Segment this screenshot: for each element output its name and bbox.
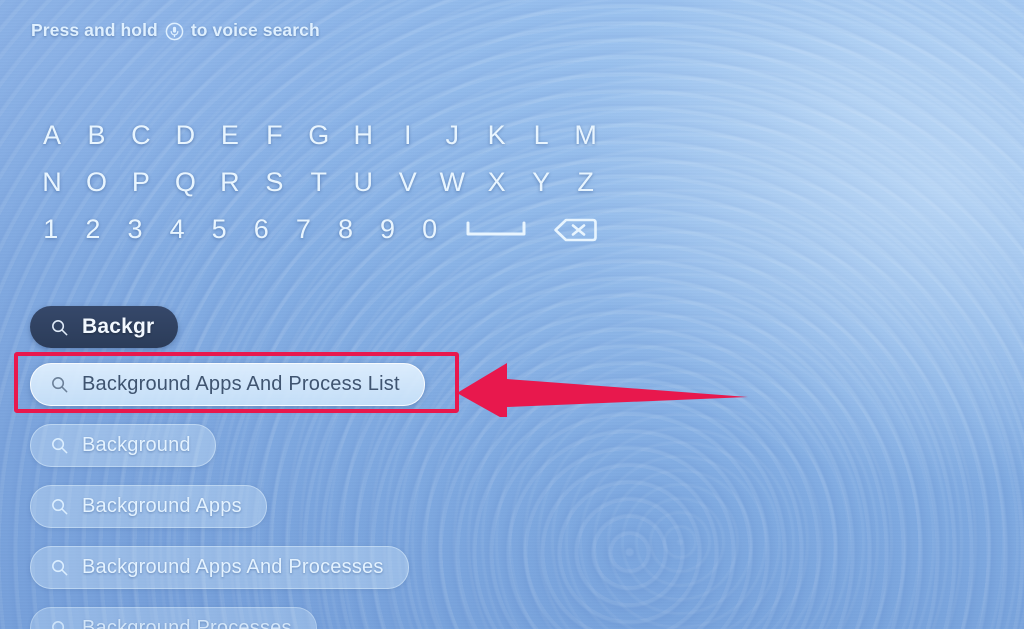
key-r[interactable]: R <box>208 169 252 196</box>
key-f[interactable]: F <box>252 122 296 149</box>
key-7[interactable]: 7 <box>283 216 325 243</box>
key-i[interactable]: I <box>386 122 430 149</box>
suggestion-label: Background Apps And Processes <box>82 556 384 578</box>
search-query-text: Backgr <box>82 315 155 338</box>
voice-hint-prefix: Press and hold <box>31 20 158 40</box>
key-t[interactable]: T <box>297 169 341 196</box>
voice-search-hint: Press and hold to voice search <box>31 20 320 41</box>
backspace-key[interactable] <box>542 217 608 243</box>
suggestion-item-background[interactable]: Background <box>30 424 216 467</box>
key-j[interactable]: J <box>430 122 474 149</box>
key-8[interactable]: 8 <box>325 216 367 243</box>
suggestion-item-background-processes[interactable]: Background Processes <box>30 607 317 629</box>
key-s[interactable]: S <box>252 169 296 196</box>
microphone-icon[interactable] <box>165 22 184 41</box>
key-b[interactable]: B <box>74 122 118 149</box>
key-6[interactable]: 6 <box>240 216 282 243</box>
key-x[interactable]: X <box>475 169 519 196</box>
suggestion-row: Background Apps And Processes <box>30 546 730 607</box>
key-m[interactable]: M <box>564 122 608 149</box>
search-icon <box>50 436 69 455</box>
search-icon <box>50 375 69 394</box>
key-4[interactable]: 4 <box>156 216 198 243</box>
search-suggestions-list: Background Apps And Process List Backgro… <box>30 363 730 629</box>
key-z[interactable]: Z <box>564 169 608 196</box>
suggestion-label: Background Apps And Process List <box>82 373 400 395</box>
key-d[interactable]: D <box>163 122 207 149</box>
key-1[interactable]: 1 <box>30 216 72 243</box>
suggestion-item-background-apps-and-process-list[interactable]: Background Apps And Process List <box>30 363 425 406</box>
key-v[interactable]: V <box>386 169 430 196</box>
search-icon <box>50 619 69 629</box>
keyboard-row-digits: 1 2 3 4 5 6 7 8 9 0 <box>30 206 608 253</box>
search-icon <box>50 497 69 516</box>
keyboard-row-letters-1: A B C D E F G H I J K L M <box>30 112 608 159</box>
fire-tv-search-screen: Press and hold to voice search A B C D E… <box>0 0 1024 629</box>
key-u[interactable]: U <box>341 169 385 196</box>
key-e[interactable]: E <box>208 122 252 149</box>
key-h[interactable]: H <box>341 122 385 149</box>
suggestion-row: Background Processes <box>30 607 730 629</box>
key-0[interactable]: 0 <box>409 216 451 243</box>
search-icon <box>50 558 69 577</box>
suggestion-row: Background Apps And Process List <box>30 363 730 424</box>
key-y[interactable]: Y <box>519 169 563 196</box>
search-query-chip[interactable]: Backgr <box>30 306 179 348</box>
suggestion-row: Background <box>30 424 730 485</box>
key-q[interactable]: Q <box>163 169 207 196</box>
key-a[interactable]: A <box>30 122 74 149</box>
suggestion-row: Background Apps <box>30 485 730 546</box>
keyboard-row-letters-2: N O P Q R S T U V W X Y Z <box>30 159 608 206</box>
key-c[interactable]: C <box>119 122 163 149</box>
suggestion-label: Background Processes <box>82 617 292 629</box>
suggestion-item-background-apps-and-processes[interactable]: Background Apps And Processes <box>30 546 409 589</box>
voice-hint-suffix: to voice search <box>190 20 320 40</box>
key-o[interactable]: O <box>74 169 118 196</box>
onscreen-keyboard[interactable]: A B C D E F G H I J K L M N O P Q R S T … <box>30 112 608 253</box>
key-2[interactable]: 2 <box>72 216 114 243</box>
key-l[interactable]: L <box>519 122 563 149</box>
key-p[interactable]: P <box>119 169 163 196</box>
key-n[interactable]: N <box>30 169 74 196</box>
key-g[interactable]: G <box>297 122 341 149</box>
suggestion-label: Background Apps <box>82 495 242 517</box>
search-icon <box>50 318 69 337</box>
key-3[interactable]: 3 <box>114 216 156 243</box>
suggestion-item-background-apps[interactable]: Background Apps <box>30 485 267 528</box>
key-w[interactable]: W <box>430 169 474 196</box>
space-bar-key[interactable] <box>451 221 542 239</box>
key-5[interactable]: 5 <box>198 216 240 243</box>
key-9[interactable]: 9 <box>367 216 409 243</box>
suggestion-label: Background <box>82 434 191 456</box>
key-k[interactable]: K <box>475 122 519 149</box>
